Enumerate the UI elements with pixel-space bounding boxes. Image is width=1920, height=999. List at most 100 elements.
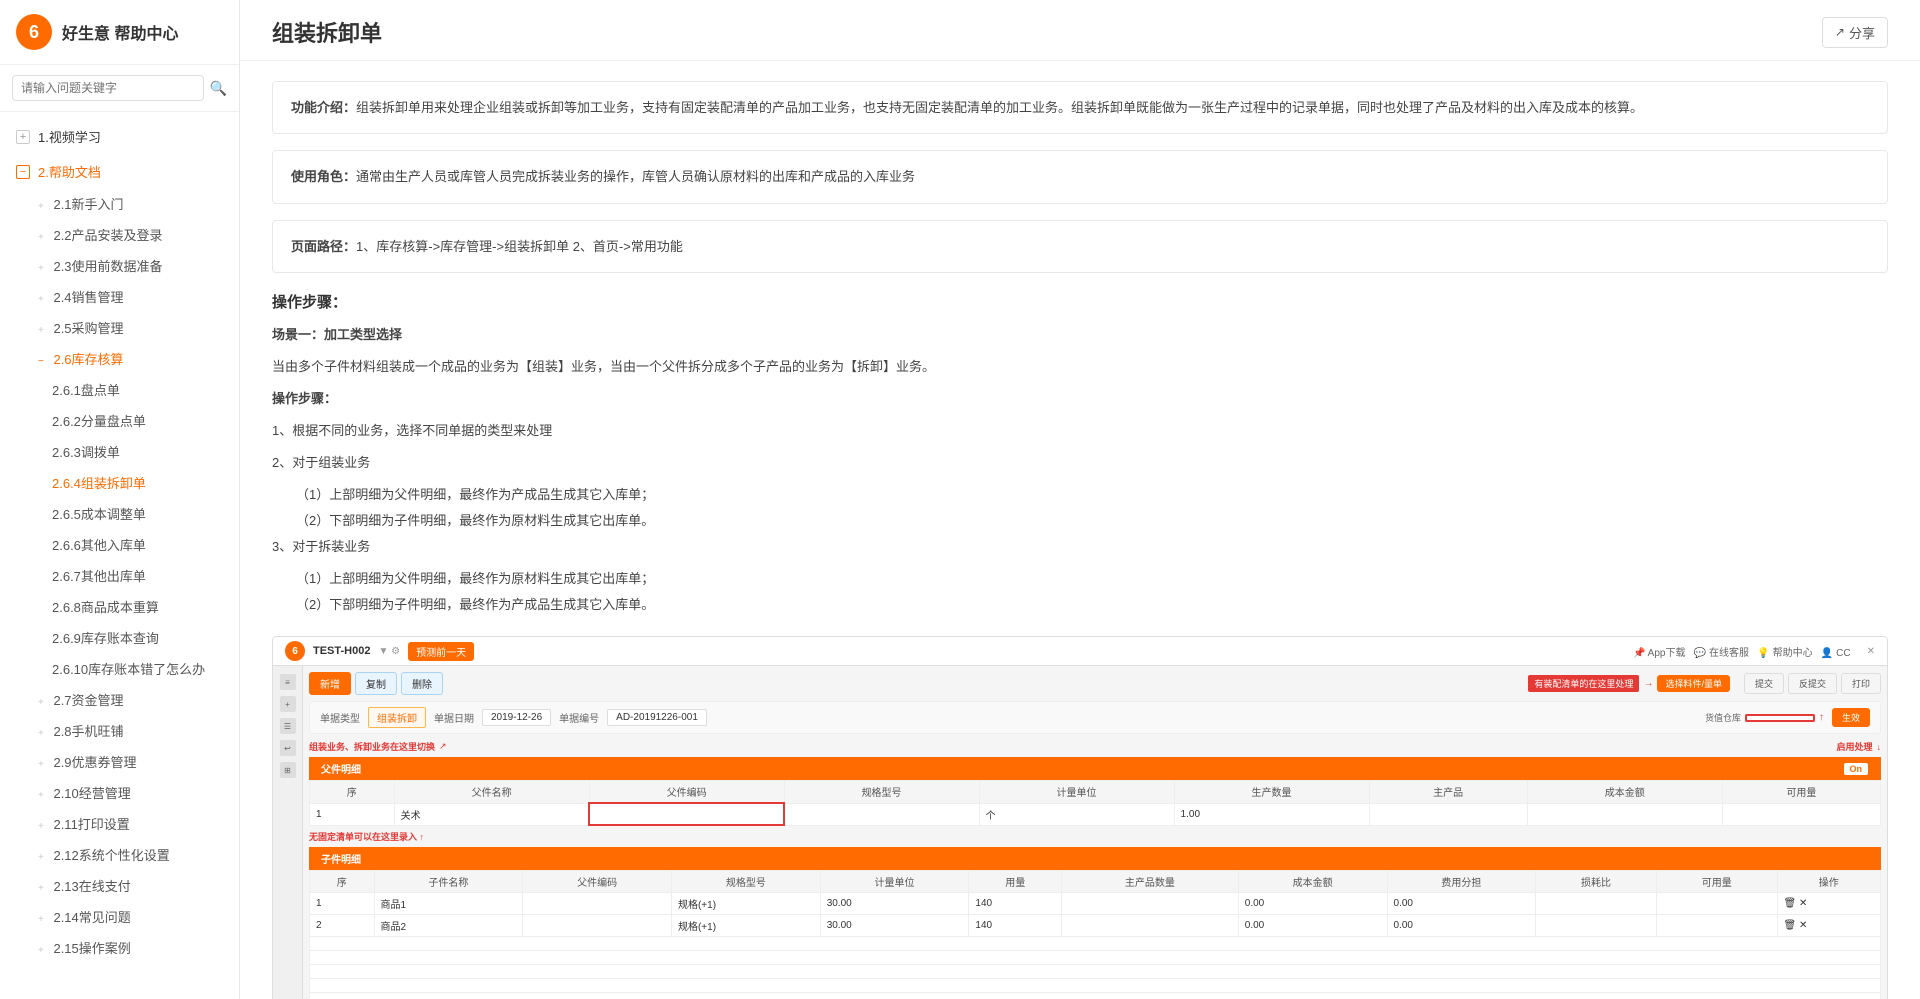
- mock-annotation-enable: 启用处理 ↓: [1836, 740, 1881, 753]
- sidebar-item-splitcount[interactable]: 2.6.2分量盘点单: [0, 405, 239, 436]
- mock-lower-row-4: [310, 951, 1881, 965]
- sidebar-item-finance[interactable]: + 2.7资金管理: [0, 684, 239, 715]
- mock-annotation-row: 组装业务、拆卸业务在这里切换 ↗ 启用处理 ↓: [309, 740, 1881, 753]
- mock-topbar: 6 TEST-H002 ▼ ⚙ 预测前一天 📌 App下载 💬 在线客服 💡 帮…: [273, 637, 1887, 666]
- search-input[interactable]: [12, 75, 204, 101]
- mock-close-icon: ✕: [1867, 646, 1875, 657]
- screenshot-container: 6 TEST-H002 ▼ ⚙ 预测前一天 📌 App下载 💬 在线客服 💡 帮…: [272, 636, 1888, 999]
- sidebar-item-cost-adj[interactable]: 2.6.5成本调整单: [0, 498, 239, 529]
- sidebar-item-assembly[interactable]: 2.6.4组装拆卸单: [0, 467, 239, 498]
- sidebar-item-ledger-error[interactable]: 2.6.10库存账本错了怎么办: [0, 653, 239, 684]
- mock-nav-dot-2: +: [280, 696, 296, 712]
- expand-icon-beginner: +: [38, 201, 44, 212]
- mock-annotation-assembly: 组装业务、拆卸业务在这里切换 ↗: [309, 740, 447, 753]
- main-header: 组装拆卸单 ↗ 分享: [240, 0, 1920, 61]
- mock-lower-row-1: 1 商品1 规格(+1) 30.00 140 0.00 0.00: [310, 893, 1881, 915]
- logo-icon: 6: [16, 14, 52, 50]
- mock-col-parent-code: 父件编码: [589, 781, 784, 804]
- mock-ui: 6 TEST-H002 ▼ ⚙ 预测前一天 📌 App下载 💬 在线客服 💡 帮…: [273, 637, 1887, 999]
- mock-lower-row-7: [310, 993, 1881, 999]
- step3-sub1: （1）上部明细为父件明细，最终作为原材料生成其它出库单；: [272, 566, 1888, 592]
- logo-area: 6 好生意 帮助中心: [0, 0, 239, 65]
- expand-icon-faq: +: [38, 914, 44, 925]
- mock-col-available: 可用量: [1722, 781, 1880, 804]
- sidebar-item-inventory[interactable]: − 2.6库存核算: [0, 343, 239, 374]
- mock-date-val: 2019-12-26: [482, 709, 551, 726]
- operations-title: 操作步骤：: [272, 291, 1888, 312]
- mock-col-cost: 成本金额: [1527, 781, 1722, 804]
- main-panel: 组装拆卸单 ↗ 分享 功能介绍：组装拆卸单用来处理企业组装或拆卸等加工业务，支持…: [240, 0, 1920, 999]
- sidebar: 6 好生意 帮助中心 🔍 + 1.视频学习 − 2.帮助文档 + 2.1新手入门: [0, 0, 240, 999]
- share-button[interactable]: ↗ 分享: [1822, 17, 1888, 48]
- expand-icon: +: [16, 130, 30, 144]
- sidebar-item-beginner[interactable]: + 2.1新手入门: [0, 188, 239, 219]
- sidebar-item-video[interactable]: + 1.视频学习: [0, 120, 239, 153]
- role-block: 使用角色：通常由生产人员或库管人员完成拆装业务的操作，库管人员确认原材料的出库和…: [272, 150, 1888, 203]
- sidebar-item-system-settings[interactable]: + 2.12系统个性化设置: [0, 839, 239, 870]
- sidebar-item-print[interactable]: + 2.11打印设置: [0, 808, 239, 839]
- step2: 2、对于组装业务: [272, 450, 1888, 476]
- sidebar-item-online-pay[interactable]: + 2.13在线支付: [0, 870, 239, 901]
- step2-sub1: （1）上部明细为父件明细，最终作为产成品生成其它入库单；: [272, 482, 1888, 508]
- sidebar-nav: + 1.视频学习 − 2.帮助文档 + 2.1新手入门 + 2.2产品安装及登录: [0, 112, 239, 999]
- mock-tabs: 新增 复制 删除 有装配清单的在这里处理 → 选择料件/量单 提交 反提交 打印: [309, 672, 1881, 695]
- mock-lower-row-5: [310, 965, 1881, 979]
- sidebar-item-other-out[interactable]: 2.6.7其他出库单: [0, 560, 239, 591]
- annotation-enable-text: 启用处理: [1836, 740, 1872, 753]
- path-text: 1、库存核算->库存管理->组装拆卸单 2、首页->常用功能: [356, 239, 683, 254]
- collapse-icon-inventory: −: [38, 356, 44, 367]
- mock-col-unit: 计量单位: [979, 781, 1174, 804]
- share-icon: ↗: [1835, 25, 1845, 39]
- role-text: 通常由生产人员或库管人员完成拆装业务的操作，库管人员确认原材料的出库和产成品的入…: [356, 169, 915, 184]
- expand-icon-sales: +: [38, 294, 44, 305]
- sidebar-item-cost-recalc[interactable]: 2.6.8商品成本重算: [0, 591, 239, 622]
- mock-col-spec: 规格型号: [784, 781, 979, 804]
- expand-icon-install: +: [38, 232, 44, 243]
- expand-icon-mgmt: +: [38, 790, 44, 801]
- sidebar-item-coupon[interactable]: + 2.9优惠券管理: [0, 746, 239, 777]
- expand-icon-cases: +: [38, 945, 44, 956]
- page-title: 组装拆卸单: [272, 16, 382, 48]
- nav-group-docs: − 2.帮助文档 + 2.1新手入门 + 2.2产品安装及登录 + 2.3使用前…: [0, 155, 239, 963]
- sidebar-item-stockcount[interactable]: 2.6.1盘点单: [0, 374, 239, 405]
- annotation-enable-arrow: ↓: [1877, 742, 1882, 752]
- mock-topbar-sep: ▼ ⚙: [378, 646, 400, 657]
- sidebar-item-other-in[interactable]: 2.6.6其他入库单: [0, 529, 239, 560]
- expand-icon-purchase: +: [38, 325, 44, 336]
- mock-enable-area: 货值仓库 ↑: [1705, 711, 1824, 724]
- sidebar-item-mobile[interactable]: + 2.8手机旺铺: [0, 715, 239, 746]
- step2-sub2: （2）下部明细为子件明细，最终作为原材料生成其它出库单。: [272, 508, 1888, 534]
- sidebar-item-mgmt[interactable]: + 2.10经营管理: [0, 777, 239, 808]
- sidebar-item-cases[interactable]: + 2.15操作案例: [0, 932, 239, 963]
- expand-icon-data-prep: +: [38, 263, 44, 274]
- sidebar-item-sales[interactable]: + 2.4销售管理: [0, 281, 239, 312]
- steps-title: 操作步骤：: [272, 386, 1888, 412]
- search-button[interactable]: 🔍: [210, 80, 227, 97]
- sidebar-item-docs[interactable]: − 2.帮助文档: [0, 155, 239, 188]
- sidebar-item-install[interactable]: + 2.2产品安装及登录: [0, 219, 239, 250]
- feature-intro-block: 功能介绍：组装拆卸单用来处理企业组装或拆卸等加工业务，支持有固定装配清单的产品加…: [272, 81, 1888, 134]
- mock-upper-row-1: 1 关术 个 1.00: [310, 803, 1881, 825]
- sidebar-item-data-prep[interactable]: + 2.3使用前数据准备: [0, 250, 239, 281]
- annotation-bom: 有装配清单的在这里处理: [1528, 675, 1639, 692]
- mock-warehouse-label: 货值仓库: [1705, 711, 1741, 724]
- mock-nav-dot-5: ⊞: [280, 762, 296, 778]
- mock-upper-section-header: 父件明细 On: [309, 757, 1881, 780]
- mock-nav-dot-1: ≡: [280, 674, 296, 690]
- mock-form-row: 单据类型 组装拆卸 单据日期 2019-12-26 单据编号 AD-201912…: [309, 701, 1881, 734]
- mock-main-area: 新增 复制 删除 有装配清单的在这里处理 → 选择料件/量单 提交 反提交 打印: [303, 666, 1887, 999]
- sidebar-item-faq[interactable]: + 2.14常见问题: [0, 901, 239, 932]
- sidebar-item-purchase[interactable]: + 2.5采购管理: [0, 312, 239, 343]
- mock-lower-section-header: 子件明细: [309, 847, 1881, 870]
- expand-icon-print: +: [38, 821, 44, 832]
- sidebar-item-ledger-query[interactable]: 2.6.9库存账本查询: [0, 622, 239, 653]
- mock-lower-row-6: [310, 979, 1881, 993]
- collapse-icon: −: [16, 165, 30, 179]
- mock-highlighted-cell: [589, 803, 784, 825]
- sidebar-item-transfer[interactable]: 2.6.3调拨单: [0, 436, 239, 467]
- annotation-assembly-arrow: ↗: [439, 741, 447, 752]
- annotation-arrow1: →: [1643, 678, 1653, 689]
- mock-row-area: ≡ + ☰ ↩ ⊞ 新增 复制 删除: [273, 666, 1887, 999]
- mock-num-val: AD-20191226-001: [607, 709, 707, 726]
- mock-action-btn3: 打印: [1841, 673, 1881, 694]
